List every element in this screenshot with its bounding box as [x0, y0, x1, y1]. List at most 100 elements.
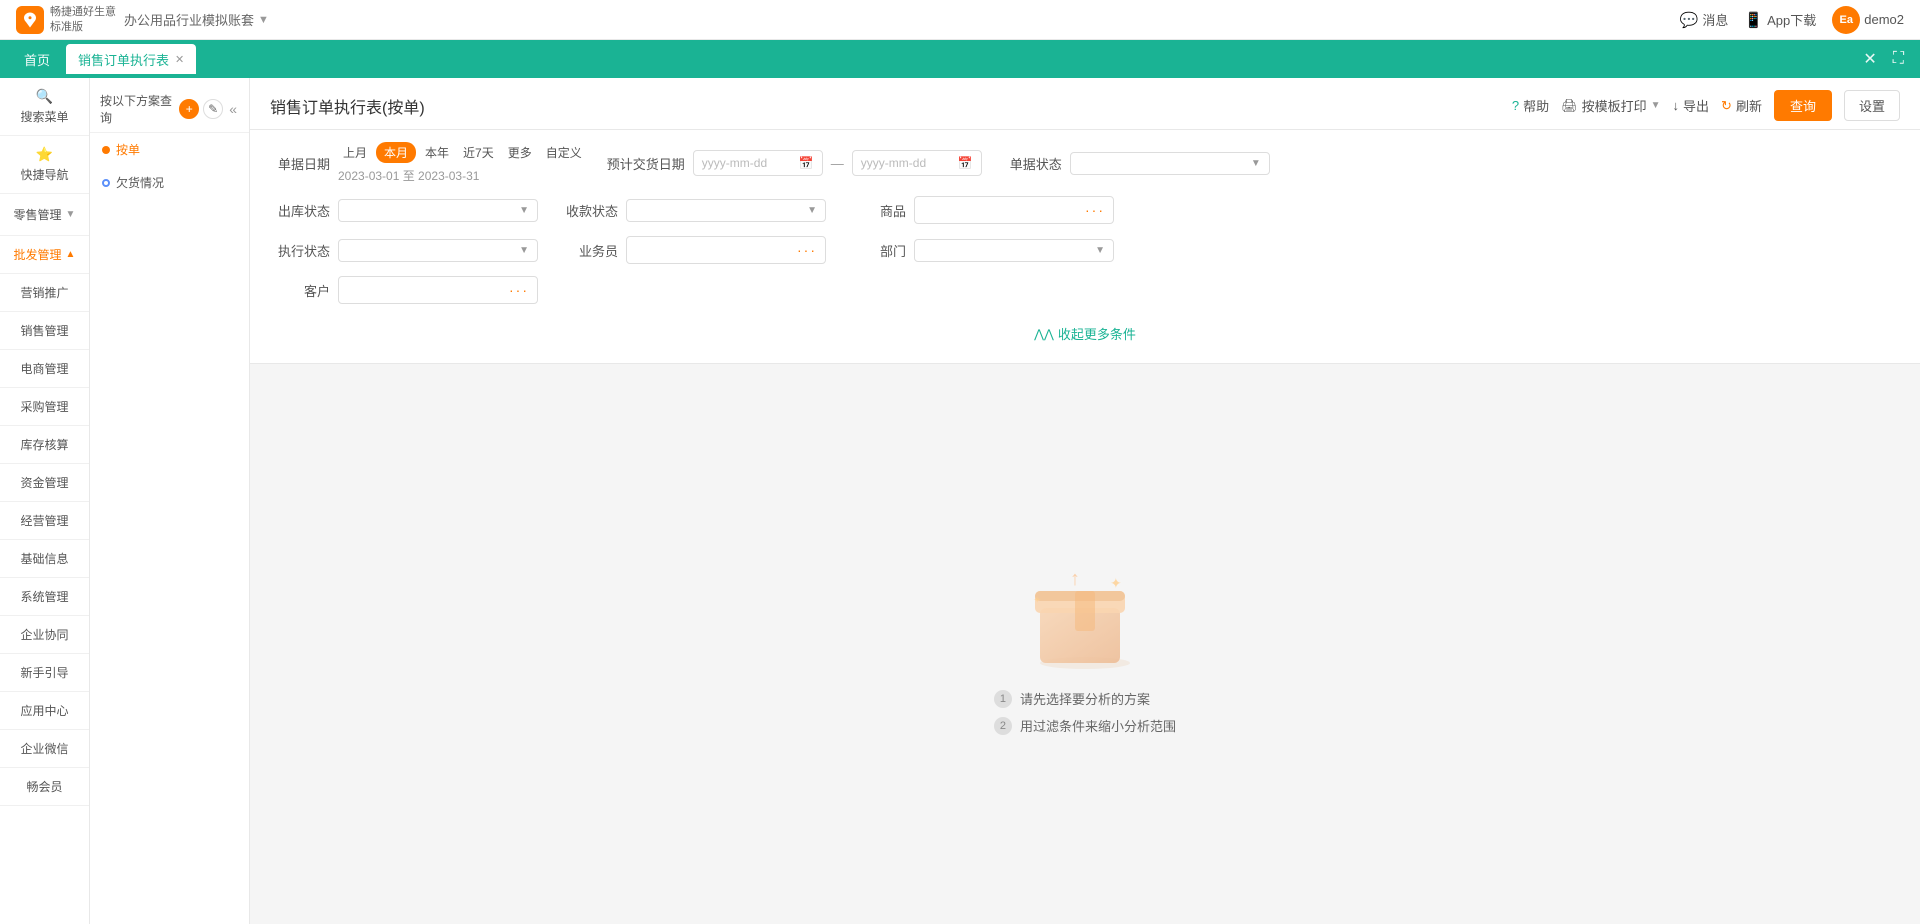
chevron-down-icon: ▼: [66, 209, 76, 220]
date-shortcut-last-7-days[interactable]: 近7天: [458, 142, 499, 163]
date-shortcut-current-year[interactable]: 本年: [420, 142, 454, 163]
sidebar-item-operations-mgmt[interactable]: 经营管理: [0, 502, 89, 540]
breadcrumb: 办公用品行业模拟账套 ▼: [124, 10, 269, 29]
help-button[interactable]: ? 帮助: [1512, 96, 1549, 115]
sidebar-item-marketing[interactable]: 营销推广: [0, 274, 89, 312]
date-shortcuts-row: 上月 本月 本年 近7天 更多 自定义: [338, 142, 587, 163]
scheme-panel-actions: + ✎ «: [179, 99, 239, 119]
expected-date-start-input[interactable]: yyyy-mm-dd 📅: [693, 150, 823, 176]
exec-status-select[interactable]: ▼: [338, 239, 538, 262]
date-shortcut-more[interactable]: 更多: [503, 142, 537, 163]
empty-illustration: ✦ ✦ ↑: [1015, 553, 1155, 673]
top-bar: 畅捷通好生意 标准版 办公用品行业模拟账套 ▼ 💬 消息 📱 App下载 Ea …: [0, 0, 1920, 40]
filter-group-delivery-status: 出库状态 ▼: [270, 199, 538, 222]
scheme-panel: 按以下方案查询 + ✎ « 按单: [90, 78, 250, 924]
date-shortcut-custom[interactable]: 自定义: [541, 142, 587, 163]
hint-num-2: 2: [994, 717, 1012, 735]
sidebar-group-wholesale: 批发管理 ▲: [0, 236, 89, 274]
tab-bar: 首页 销售订单执行表 ✕ ✕ ⛶: [0, 40, 1920, 78]
sidebar-item-finance-mgmt[interactable]: 资金管理: [0, 464, 89, 502]
scheme-item-debt[interactable]: 欠货情况: [90, 166, 249, 199]
tab-sales-order[interactable]: 销售订单执行表 ✕: [66, 44, 196, 74]
salesperson-multi-select[interactable]: ···: [626, 236, 826, 264]
sidebar-item-member[interactable]: 畅会员: [0, 768, 89, 806]
sidebar-item-quick-nav[interactable]: ⭐ 快捷导航: [0, 136, 89, 194]
empty-hints: 1 请先选择要分析的方案 2 用过滤条件来缩小分析范围: [994, 689, 1176, 735]
refresh-button[interactable]: ↻ 刷新: [1721, 96, 1762, 115]
filter-row-3: 执行状态 ▼ 业务员 ···: [270, 236, 1900, 264]
scheme-active-dot: [102, 146, 110, 154]
settings-button[interactable]: 设置: [1844, 90, 1900, 121]
date-shortcut-last-month[interactable]: 上月: [338, 142, 372, 163]
empty-hint-2: 2 用过滤条件来缩小分析范围: [994, 716, 1176, 735]
maximize-window-button[interactable]: ⛶: [1889, 46, 1908, 72]
expected-date-label: 预计交货日期: [607, 154, 685, 173]
scheme-inactive-dot: [102, 179, 110, 187]
date-shortcut-current-month[interactable]: 本月: [376, 142, 416, 163]
tab-close-icon[interactable]: ✕: [175, 53, 184, 66]
expected-date-end-input[interactable]: yyyy-mm-dd 📅: [852, 150, 982, 176]
sidebar-item-search-menu[interactable]: 🔍 搜索菜单: [0, 78, 89, 136]
dept-chevron-icon: ▼: [1095, 245, 1105, 256]
breadcrumb-arrow-icon[interactable]: ▼: [258, 14, 269, 26]
export-button[interactable]: ↓ 导出: [1673, 96, 1710, 115]
bill-status-select[interactable]: ▼: [1070, 152, 1270, 175]
message-button[interactable]: 💬 消息: [1680, 10, 1729, 29]
empty-state: ✦ ✦ ↑: [994, 553, 1176, 735]
logo-area: 畅捷通好生意 标准版: [16, 5, 116, 34]
collapse-more-button[interactable]: ⋀⋀ 收起更多条件: [1026, 316, 1144, 351]
content-area: 按以下方案查询 + ✎ « 按单: [90, 78, 1920, 924]
empty-box-svg: ✦ ✦ ↑: [1015, 553, 1155, 673]
sidebar-item-retail-mgmt[interactable]: 零售管理 ▼: [0, 194, 89, 236]
sidebar-item-inventory[interactable]: 库存核算: [0, 426, 89, 464]
bill-status-label: 单据状态: [1002, 154, 1062, 173]
tab-home[interactable]: 首页: [12, 44, 62, 74]
filter-group-exec-status: 执行状态 ▼: [270, 239, 538, 262]
sidebar-item-basic-info[interactable]: 基础信息: [0, 540, 89, 578]
sidebar-item-enterprise-wechat[interactable]: 企业微信: [0, 730, 89, 768]
date-label: 单据日期: [270, 154, 330, 173]
goods-multi-select[interactable]: ···: [914, 196, 1114, 224]
dept-select[interactable]: ▼: [914, 239, 1114, 262]
sidebar-item-purchase-mgmt[interactable]: 采购管理: [0, 388, 89, 426]
delivery-status-select[interactable]: ▼: [338, 199, 538, 222]
customer-multi-select[interactable]: ···: [338, 276, 538, 304]
delivery-status-chevron-icon: ▼: [519, 205, 529, 216]
bill-status-chevron-icon: ▼: [1251, 158, 1261, 169]
message-icon: 💬: [1680, 11, 1699, 29]
sidebar-item-system-mgmt[interactable]: 系统管理: [0, 578, 89, 616]
app-download-button[interactable]: 📱 App下载: [1744, 10, 1816, 29]
scheme-item-order[interactable]: 按单: [90, 133, 249, 166]
sidebar-item-wholesale-mgmt[interactable]: 批发管理 ▲: [0, 236, 89, 273]
goods-label: 商品: [846, 201, 906, 220]
sidebar-item-app-center[interactable]: 应用中心: [0, 692, 89, 730]
top-bar-left: 畅捷通好生意 标准版 办公用品行业模拟账套 ▼: [16, 5, 269, 34]
sidebar-item-new-guide[interactable]: 新手引导: [0, 654, 89, 692]
sidebar-item-ecommerce-mgmt[interactable]: 电商管理: [0, 350, 89, 388]
calendar-start-icon: 📅: [799, 156, 814, 170]
date-range-separator: —: [831, 156, 844, 171]
scheme-add-button[interactable]: +: [179, 99, 199, 119]
sidebar: 🔍 搜索菜单 ⭐ 快捷导航 零售管理 ▼ 批发管理 ▲ 营销推广 销售管理 电商…: [0, 78, 90, 924]
refresh-icon: ↻: [1721, 98, 1732, 114]
sidebar-item-sales-mgmt[interactable]: 销售管理: [0, 312, 89, 350]
print-icon: 🖨: [1561, 98, 1578, 114]
data-area: ✦ ✦ ↑: [250, 364, 1920, 924]
main-panel: 销售订单执行表(按单) ? 帮助 🖨 按模板打印 ▼ ↓: [250, 78, 1920, 924]
payment-status-select[interactable]: ▼: [626, 199, 826, 222]
filter-area: 单据日期 上月 本月 本年 近7天 更多 自定义 20: [250, 130, 1920, 364]
print-button[interactable]: 🖨 按模板打印 ▼: [1561, 96, 1660, 115]
goods-more-icon: ···: [1085, 202, 1105, 218]
user-menu[interactable]: Ea demo2: [1832, 6, 1904, 34]
sidebar-item-enterprise-collab[interactable]: 企业协同: [0, 616, 89, 654]
filter-group-date: 单据日期 上月 本月 本年 近7天 更多 自定义 20: [270, 142, 587, 184]
inner-layout: 按以下方案查询 + ✎ « 按单: [90, 78, 1920, 924]
salesperson-label: 业务员: [558, 241, 618, 260]
scheme-edit-button[interactable]: ✎: [203, 99, 223, 119]
scheme-collapse-button[interactable]: «: [227, 99, 239, 119]
search-icon: 🔍: [36, 88, 53, 105]
scheme-panel-header: 按以下方案查询 + ✎ «: [90, 86, 249, 133]
query-button[interactable]: 查询: [1774, 90, 1832, 121]
salesperson-more-icon: ···: [797, 242, 817, 258]
close-window-button[interactable]: ✕: [1859, 45, 1880, 73]
